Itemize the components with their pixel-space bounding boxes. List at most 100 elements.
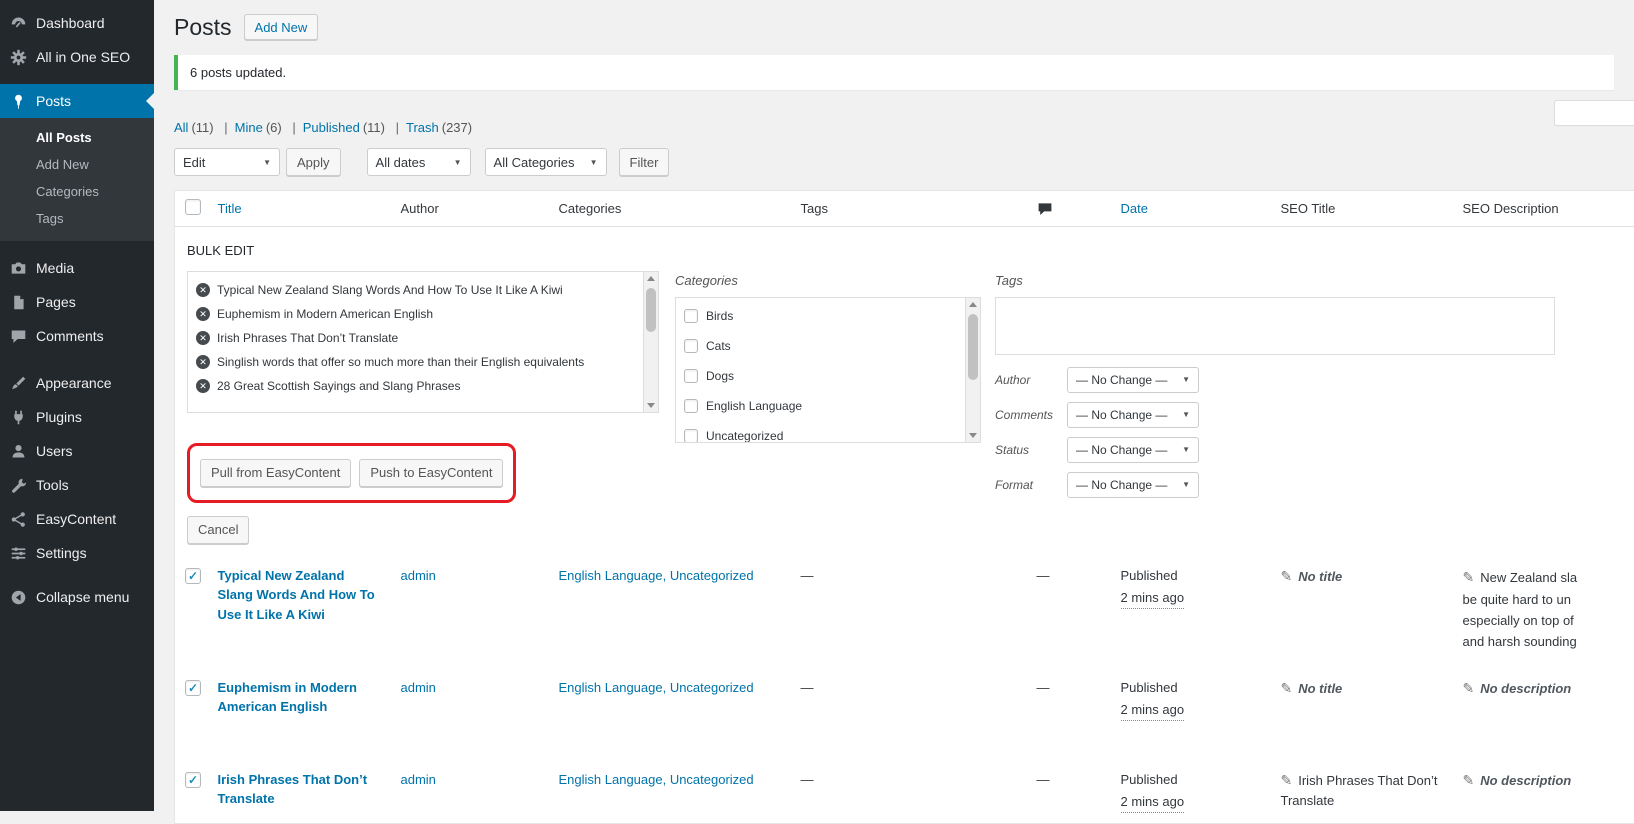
add-new-button[interactable]: Add New <box>244 14 319 40</box>
post-title-link[interactable]: Irish Phrases That Don’t Translate <box>218 772 368 807</box>
post-title-link[interactable]: Euphemism in Modern American English <box>218 680 357 715</box>
sidebar-item-appearance[interactable]: Appearance <box>0 366 154 400</box>
sidebar-item-easycontent[interactable]: EasyContent <box>0 502 154 536</box>
sort-date-header[interactable]: Date <box>1121 201 1148 216</box>
user-icon <box>0 443 36 460</box>
sidebar-item-users[interactable]: Users <box>0 434 154 468</box>
chevron-down-icon: ▼ <box>263 158 271 167</box>
check-icon: ✓ <box>188 682 198 694</box>
categories-link[interactable]: English Language, Uncategorized <box>559 772 754 787</box>
comments-select[interactable]: — No Change — ▼ <box>1067 402 1199 428</box>
status-select[interactable]: — No Change — ▼ <box>1067 437 1199 463</box>
category-option: Dogs <box>684 367 958 385</box>
author-link[interactable]: admin <box>401 772 436 787</box>
cancel-button[interactable]: Cancel <box>187 516 249 544</box>
category-option: Cats <box>684 337 958 355</box>
seo-title-value: No title <box>1298 681 1342 696</box>
row-checkbox[interactable]: ✓ <box>185 680 201 696</box>
sidebar-item-posts[interactable]: Posts <box>0 84 154 118</box>
comments-count: — <box>1037 772 1050 787</box>
sidebar-item-label: Media <box>36 260 74 276</box>
filter-trash-link[interactable]: Trash(237) <box>406 120 472 135</box>
apply-button[interactable]: Apply <box>286 148 341 176</box>
categories-scrollbar[interactable] <box>965 298 980 442</box>
remove-post-icon[interactable]: ✕ <box>196 331 210 345</box>
categories-link[interactable]: English Language, Uncategorized <box>559 568 754 583</box>
sidebar-item-all-in-one-seo[interactable]: All in One SEO <box>0 40 154 74</box>
category-checkbox[interactable] <box>684 399 698 413</box>
post-title-link[interactable]: Typical New Zealand Slang Words And How … <box>218 568 375 622</box>
sidebar-item-collapse-menu[interactable]: Collapse menu <box>0 580 154 614</box>
search-input[interactable] <box>1554 100 1634 126</box>
bulk-action-select[interactable]: Edit ▼ <box>174 148 280 176</box>
pencil-icon: ✎ <box>1463 772 1475 788</box>
sidebar-item-categories[interactable]: Categories <box>0 178 154 205</box>
category-checkbox[interactable] <box>684 369 698 383</box>
post-date[interactable]: 2 mins ago <box>1121 792 1185 813</box>
sidebar-item-media[interactable]: Media <box>0 251 154 285</box>
filter-count: (6) <box>266 120 282 135</box>
remove-post-icon[interactable]: ✕ <box>196 355 210 369</box>
sidebar-item-tools[interactable]: Tools <box>0 468 154 502</box>
filter-mine-link[interactable]: Mine(6) <box>235 120 282 135</box>
row-checkbox[interactable]: ✓ <box>185 772 201 788</box>
category-checkbox[interactable] <box>684 309 698 323</box>
push-to-easycontent-button[interactable]: Push to EasyContent <box>359 459 503 487</box>
sidebar-item-comments[interactable]: Comments <box>0 319 154 353</box>
pushpin-icon <box>0 93 36 110</box>
post-list-scrollbar[interactable] <box>643 272 658 412</box>
author-link[interactable]: admin <box>401 680 436 695</box>
posts-submenu: All Posts Add New Categories Tags <box>0 118 154 241</box>
tags-textarea[interactable] <box>995 297 1555 355</box>
share-nodes-icon <box>0 511 36 528</box>
post-date[interactable]: 2 mins ago <box>1121 700 1185 721</box>
sidebar-item-label: Dashboard <box>36 15 105 31</box>
format-select[interactable]: — No Change — ▼ <box>1067 472 1199 498</box>
seo-title-value: Irish Phrases That Don’t Translate <box>1281 773 1438 808</box>
filter-count: (237) <box>442 120 472 135</box>
category-option: Uncategorized <box>684 427 958 443</box>
admin-sidebar: Dashboard All in One SEO Posts All Posts… <box>0 0 154 811</box>
row-checkbox[interactable]: ✓ <box>185 568 201 584</box>
remove-post-icon[interactable]: ✕ <box>196 307 210 321</box>
tags-value: — <box>801 772 814 787</box>
camera-icon <box>0 260 36 277</box>
filter-button[interactable]: Filter <box>619 148 670 176</box>
sidebar-item-tags[interactable]: Tags <box>0 205 154 232</box>
author-link[interactable]: admin <box>401 568 436 583</box>
sidebar-item-add-new[interactable]: Add New <box>0 151 154 178</box>
scrollbar-thumb[interactable] <box>968 314 978 380</box>
bulk-post-item: ✕ Typical New Zealand Slang Words And Ho… <box>194 278 636 302</box>
seo-description-value: New Zealand sla <box>1480 570 1577 585</box>
remove-post-icon[interactable]: ✕ <box>196 379 210 393</box>
sidebar-item-dashboard[interactable]: Dashboard <box>0 6 154 40</box>
filter-published-link[interactable]: Published(11) <box>303 120 385 135</box>
filter-count: (11) <box>363 120 385 135</box>
sort-title-header[interactable]: Title <box>218 201 242 216</box>
pencil-icon: ✎ <box>1281 568 1293 584</box>
table-toolbar: Edit ▼ Apply All dates ▼ All Categories … <box>174 148 1634 176</box>
comments-header-icon <box>1037 201 1101 217</box>
author-select[interactable]: — No Change — ▼ <box>1067 367 1199 393</box>
sidebar-item-settings[interactable]: Settings <box>0 536 154 570</box>
author-field-label: Author <box>995 371 1067 389</box>
page-icon <box>0 294 36 311</box>
sidebar-item-plugins[interactable]: Plugins <box>0 400 154 434</box>
page-title: Posts <box>174 14 232 41</box>
remove-post-icon[interactable]: ✕ <box>196 283 210 297</box>
scrollbar-thumb[interactable] <box>646 288 656 332</box>
sidebar-item-label: Collapse menu <box>36 589 129 605</box>
category-checkbox[interactable] <box>684 339 698 353</box>
sidebar-item-pages[interactable]: Pages <box>0 285 154 319</box>
category-option: Birds <box>684 307 958 325</box>
categories-link[interactable]: English Language, Uncategorized <box>559 680 754 695</box>
dates-filter-select[interactable]: All dates ▼ <box>367 148 471 176</box>
pull-from-easycontent-button[interactable]: Pull from EasyContent <box>200 459 351 487</box>
sidebar-item-all-posts[interactable]: All Posts <box>0 124 154 151</box>
select-all-checkbox[interactable] <box>185 199 201 215</box>
category-option: English Language <box>684 397 958 415</box>
post-date[interactable]: 2 mins ago <box>1121 588 1185 609</box>
filter-all-link[interactable]: All(11) <box>174 120 214 135</box>
categories-filter-select[interactable]: All Categories ▼ <box>485 148 607 176</box>
category-checkbox[interactable] <box>684 429 698 443</box>
